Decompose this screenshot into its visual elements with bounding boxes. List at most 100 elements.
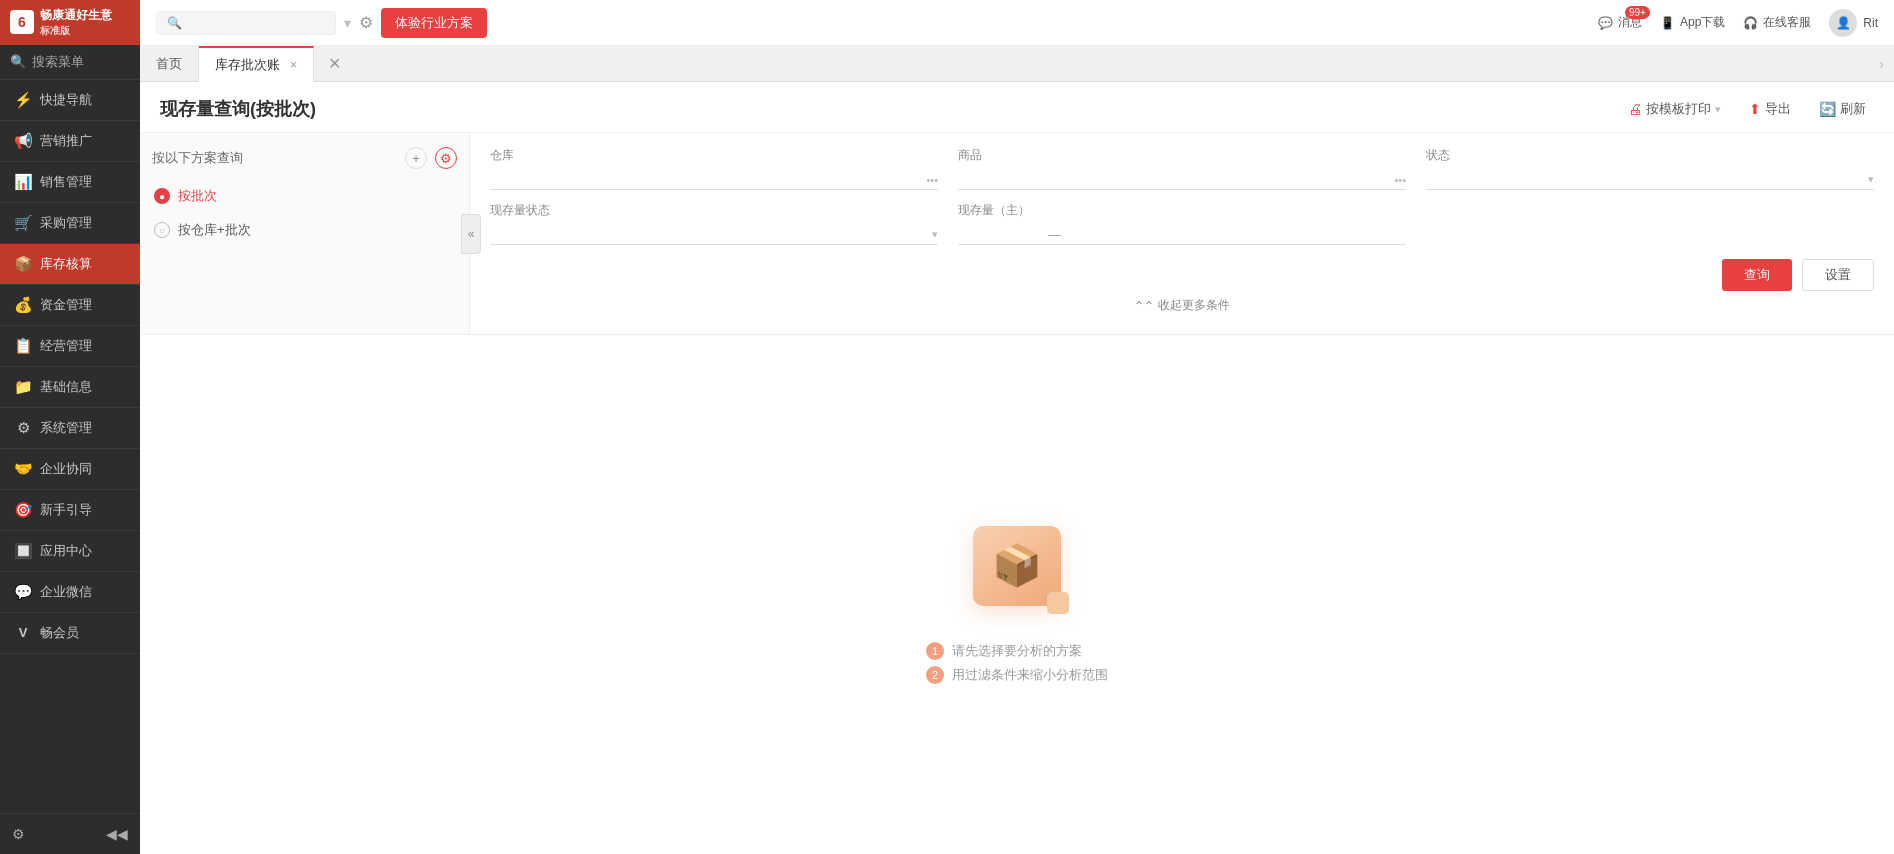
messages-btn[interactable]: 💬 消息 99+	[1598, 14, 1642, 31]
app-center-icon: 🔲	[14, 542, 32, 560]
page-title: 现存量查询(按批次)	[160, 97, 316, 121]
empty-hint-1: 1 请先选择要分析的方案	[926, 642, 1108, 660]
settings-icon[interactable]: ⚙	[8, 822, 29, 846]
warehouse-input[interactable]	[490, 172, 922, 187]
inventory-icon: 📦	[14, 255, 32, 273]
sidebar-item-enterprise-wechat[interactable]: 💬 企业微信	[0, 572, 140, 613]
enterprise-wechat-icon: 💬	[14, 583, 32, 601]
app-download-btn[interactable]: 📱 App下载	[1660, 14, 1725, 31]
print-btn[interactable]: 🖨 按模板打印 ▾	[1620, 96, 1729, 122]
inventory-amount-to[interactable]	[1071, 227, 1151, 242]
quick-nav-icon: ⚡	[14, 91, 32, 109]
sidebar-item-label: 资金管理	[40, 296, 92, 314]
sidebar-item-system[interactable]: ⚙ 系统管理	[0, 408, 140, 449]
sidebar-item-label: 销售管理	[40, 173, 92, 191]
sidebar-item-inventory[interactable]: 📦 库存核算	[0, 244, 140, 285]
sidebar: 6 畅康通好生意 标准版 🔍 搜索菜单 ⚡ 快捷导航 📢 营销推广 📊 销售管理…	[0, 0, 140, 854]
sales-icon: 📊	[14, 173, 32, 191]
tabbar-scroll-right[interactable]: ›	[1869, 56, 1894, 72]
message-icon: 💬	[1598, 16, 1613, 30]
collapse-up-icon: ⌃⌃	[1134, 299, 1154, 313]
panel-title-text: 按以下方案查询	[152, 149, 243, 167]
goods-input[interactable]	[958, 172, 1390, 187]
filter-item-goods: 商品 •••	[958, 147, 1406, 190]
topbar-right: 💬 消息 99+ 📱 App下载 🎧 在线客服 👤 Rit	[1598, 9, 1878, 37]
sidebar-item-membership[interactable]: V 畅会员	[0, 613, 140, 654]
hint-text-1: 请先选择要分析的方案	[952, 642, 1082, 660]
sidebar-item-quick-nav[interactable]: ⚡ 快捷导航	[0, 80, 140, 121]
status-select[interactable]	[1426, 172, 1868, 187]
sidebar-item-label: 新手引导	[40, 501, 92, 519]
inventory-amount-from[interactable]	[958, 227, 1038, 242]
goods-dots-icon[interactable]: •••	[1394, 174, 1406, 186]
sidebar-item-finance[interactable]: 💰 资金管理	[0, 285, 140, 326]
plan-label-by-warehouse-batch: 按仓库+批次	[178, 221, 251, 239]
collapse-label: 收起更多条件	[1158, 297, 1230, 314]
print-icon: 🖨	[1628, 101, 1642, 117]
filter-item-status: 状态 ▾	[1426, 147, 1874, 190]
export-btn[interactable]: ⬆ 导出	[1741, 96, 1799, 122]
sidebar-search-label: 搜索菜单	[32, 53, 84, 71]
sidebar-item-new-guide[interactable]: 🎯 新手引导	[0, 490, 140, 531]
phone-icon: 📱	[1660, 16, 1675, 30]
inventory-status-select[interactable]	[490, 227, 932, 242]
filter-item-inventory-status: 现存量状态 ▾	[490, 202, 938, 245]
hint-num-2: 2	[926, 666, 944, 684]
empty-box-emoji: 📦	[992, 542, 1042, 589]
plan-item-by-batch[interactable]: ● 按批次	[140, 179, 469, 213]
sidebar-item-enterprise-collab[interactable]: 🤝 企业协同	[0, 449, 140, 490]
sidebar-item-sales[interactable]: 📊 销售管理	[0, 162, 140, 203]
trial-btn[interactable]: 体验行业方案	[381, 8, 487, 38]
collapse-more-btn[interactable]: ⌃⌃ 收起更多条件	[490, 291, 1874, 320]
status-select-wrap: ▾	[1426, 170, 1874, 190]
refresh-btn[interactable]: 🔄 刷新	[1811, 96, 1874, 122]
sidebar-footer: ⚙ ◀◀	[0, 813, 140, 854]
tab-home-label: 首页	[156, 55, 182, 73]
warehouse-dots-icon[interactable]: •••	[926, 174, 938, 186]
app-name: 畅康通好生意	[40, 8, 112, 24]
sidebar-item-app-center[interactable]: 🔲 应用中心	[0, 531, 140, 572]
membership-icon: V	[14, 625, 32, 640]
sidebar-item-label: 采购管理	[40, 214, 92, 232]
filter-settings-btn[interactable]: 设置	[1802, 259, 1874, 291]
empty-icon-box: 📦	[973, 526, 1061, 606]
topbar-search-box[interactable]: 🔍	[156, 11, 336, 35]
app-edition: 标准版	[40, 24, 112, 37]
online-service-btn[interactable]: 🎧 在线客服	[1743, 14, 1811, 31]
collapse-sidebar-icon[interactable]: ◀◀	[102, 822, 132, 846]
refresh-icon: 🔄	[1819, 101, 1836, 117]
add-plan-btn[interactable]: +	[405, 147, 427, 169]
empty-icon-decoration	[1047, 592, 1069, 614]
panel-close-btn[interactable]: ✕	[314, 54, 355, 73]
sidebar-search[interactable]: 🔍 搜索菜单	[0, 45, 140, 80]
empty-state: 📦 1 请先选择要分析的方案 2 用过滤条件来缩小分析范围	[140, 335, 1894, 854]
sidebar-item-operation[interactable]: 📋 经营管理	[0, 326, 140, 367]
user-info[interactable]: 👤 Rit	[1829, 9, 1878, 37]
goods-input-wrap: •••	[958, 170, 1406, 190]
left-panel: 按以下方案查询 + ⚙ ● 按批次 ○ 按仓库+批次 «	[140, 133, 470, 334]
warehouse-label: 仓库	[490, 147, 938, 164]
tab-home[interactable]: 首页	[140, 46, 199, 82]
topbar-gear-icon[interactable]: ⚙	[359, 13, 373, 32]
settings-plan-btn[interactable]: ⚙	[435, 147, 457, 169]
sidebar-item-basic-info[interactable]: 📁 基础信息	[0, 367, 140, 408]
tab-close-icon[interactable]: ×	[290, 58, 297, 72]
purchase-icon: 🛒	[14, 214, 32, 232]
dropdown-arrow-icon[interactable]: ▾	[344, 15, 351, 31]
sidebar-item-marketing[interactable]: 📢 营销推广	[0, 121, 140, 162]
app-logo: 6	[10, 10, 34, 34]
query-btn[interactable]: 查询	[1722, 259, 1792, 291]
empty-hints: 1 请先选择要分析的方案 2 用过滤条件来缩小分析范围	[926, 642, 1108, 684]
inventory-amount-label: 现存量（主）	[958, 202, 1406, 219]
sidebar-item-label: 基础信息	[40, 378, 92, 396]
plan-dot-outline: ○	[154, 222, 170, 238]
tab-inventory-batch[interactable]: 库存批次账 ×	[199, 46, 314, 82]
left-panel-collapse-btn[interactable]: «	[461, 214, 481, 254]
sidebar-item-label: 营销推广	[40, 132, 92, 150]
plan-item-by-warehouse-batch[interactable]: ○ 按仓库+批次	[140, 213, 469, 247]
sidebar-item-purchase[interactable]: 🛒 采购管理	[0, 203, 140, 244]
panel-title: 按以下方案查询 + ⚙	[140, 147, 469, 179]
export-label: 导出	[1765, 100, 1791, 118]
empty-hint-2: 2 用过滤条件来缩小分析范围	[926, 666, 1108, 684]
hint-text-2: 用过滤条件来缩小分析范围	[952, 666, 1108, 684]
